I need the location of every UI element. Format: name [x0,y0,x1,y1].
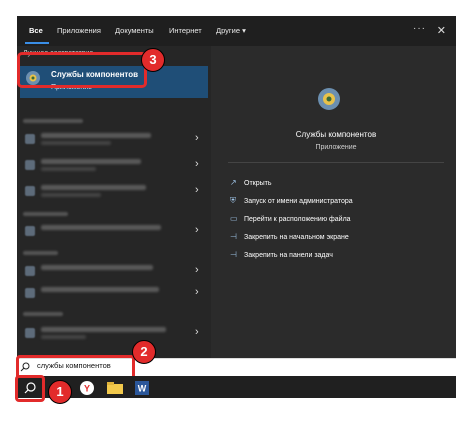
step-badge-1: 1 [48,380,72,404]
section-header [23,251,58,255]
open-icon: ↗ [230,178,237,187]
list-item[interactable]: › [17,154,211,176]
close-icon[interactable]: ✕ [437,16,446,46]
action-label: Закрепить на панели задач [244,252,333,259]
more-options-icon[interactable]: ··· [413,16,426,46]
section-header [23,212,68,216]
pin-start-icon: ⊣ [230,232,237,241]
results-list: Лучшее соответствие Службы компонентов П… [17,46,211,358]
action-run-as-admin[interactable]: ⛨ Запуск от имени администратора [230,194,353,208]
result-icon [25,266,35,276]
section-header [23,312,63,316]
chevron-right-icon[interactable]: › [195,286,199,298]
list-item[interactable]: › [17,220,211,242]
shield-icon: ⛨ [230,196,236,205]
yandex-browser-icon[interactable]: Y [76,379,98,397]
file-explorer-icon[interactable] [104,379,126,397]
tab-bar: Все Приложения Документы Интернет Другие… [17,16,456,46]
chevron-right-icon[interactable]: › [195,158,199,170]
search-window: Все Приложения Документы Интернет Другие… [17,16,456,358]
svg-text:W: W [138,384,147,394]
list-item[interactable]: › [17,180,211,202]
action-label: Перейти к расположению файла [244,216,351,223]
action-open[interactable]: ↗ Открыть [230,176,272,190]
divider [228,162,444,163]
list-item[interactable]: › [17,260,211,282]
chevron-right-icon[interactable]: › [195,224,199,236]
preview-title: Службы компонентов [295,130,377,139]
component-services-large-icon [318,88,340,110]
tab-documents[interactable]: Документы [115,16,154,46]
preview-pane: Службы компонентов Приложение ↗ Открыть ⛨… [216,46,456,358]
svg-text:Y: Y [84,384,90,394]
result-icon [25,160,35,170]
list-item[interactable]: › [17,282,211,304]
list-item[interactable]: › [17,322,211,344]
chevron-right-icon[interactable]: › [195,326,199,338]
result-icon [25,134,35,144]
action-label: Запуск от имени администратора [244,198,353,205]
folder-icon: ▭ [230,214,238,223]
chevron-right-icon[interactable]: › [195,132,199,144]
result-icon [25,328,35,338]
result-icon [25,226,35,236]
tab-other[interactable]: Другие ▾ [216,16,246,46]
list-item[interactable]: › [17,128,211,150]
pin-taskbar-icon: ⊣ [230,250,237,259]
chevron-right-icon[interactable]: › [195,264,199,276]
preview-subtitle: Приложение [315,144,357,151]
result-icon [25,288,35,298]
chevron-right-icon[interactable]: › [195,184,199,196]
active-tab-underline [25,42,49,44]
highlight-ring-taskbar-search [15,375,45,402]
action-open-file-location[interactable]: ▭ Перейти к расположению файла [230,212,351,226]
action-pin-taskbar[interactable]: ⊣ Закрепить на панели задач [230,248,333,262]
word-icon[interactable]: W [131,379,153,397]
result-icon [25,186,35,196]
step-badge-2: 2 [132,340,156,364]
tab-apps[interactable]: Приложения [57,16,101,46]
action-label: Открыть [244,180,272,187]
tab-internet[interactable]: Интернет [169,16,202,46]
highlight-ring-best-match [17,52,147,88]
section-header [23,119,83,123]
action-label: Закрепить на начальном экране [244,234,349,241]
step-badge-3: 3 [141,48,165,72]
action-pin-start[interactable]: ⊣ Закрепить на начальном экране [230,230,349,244]
